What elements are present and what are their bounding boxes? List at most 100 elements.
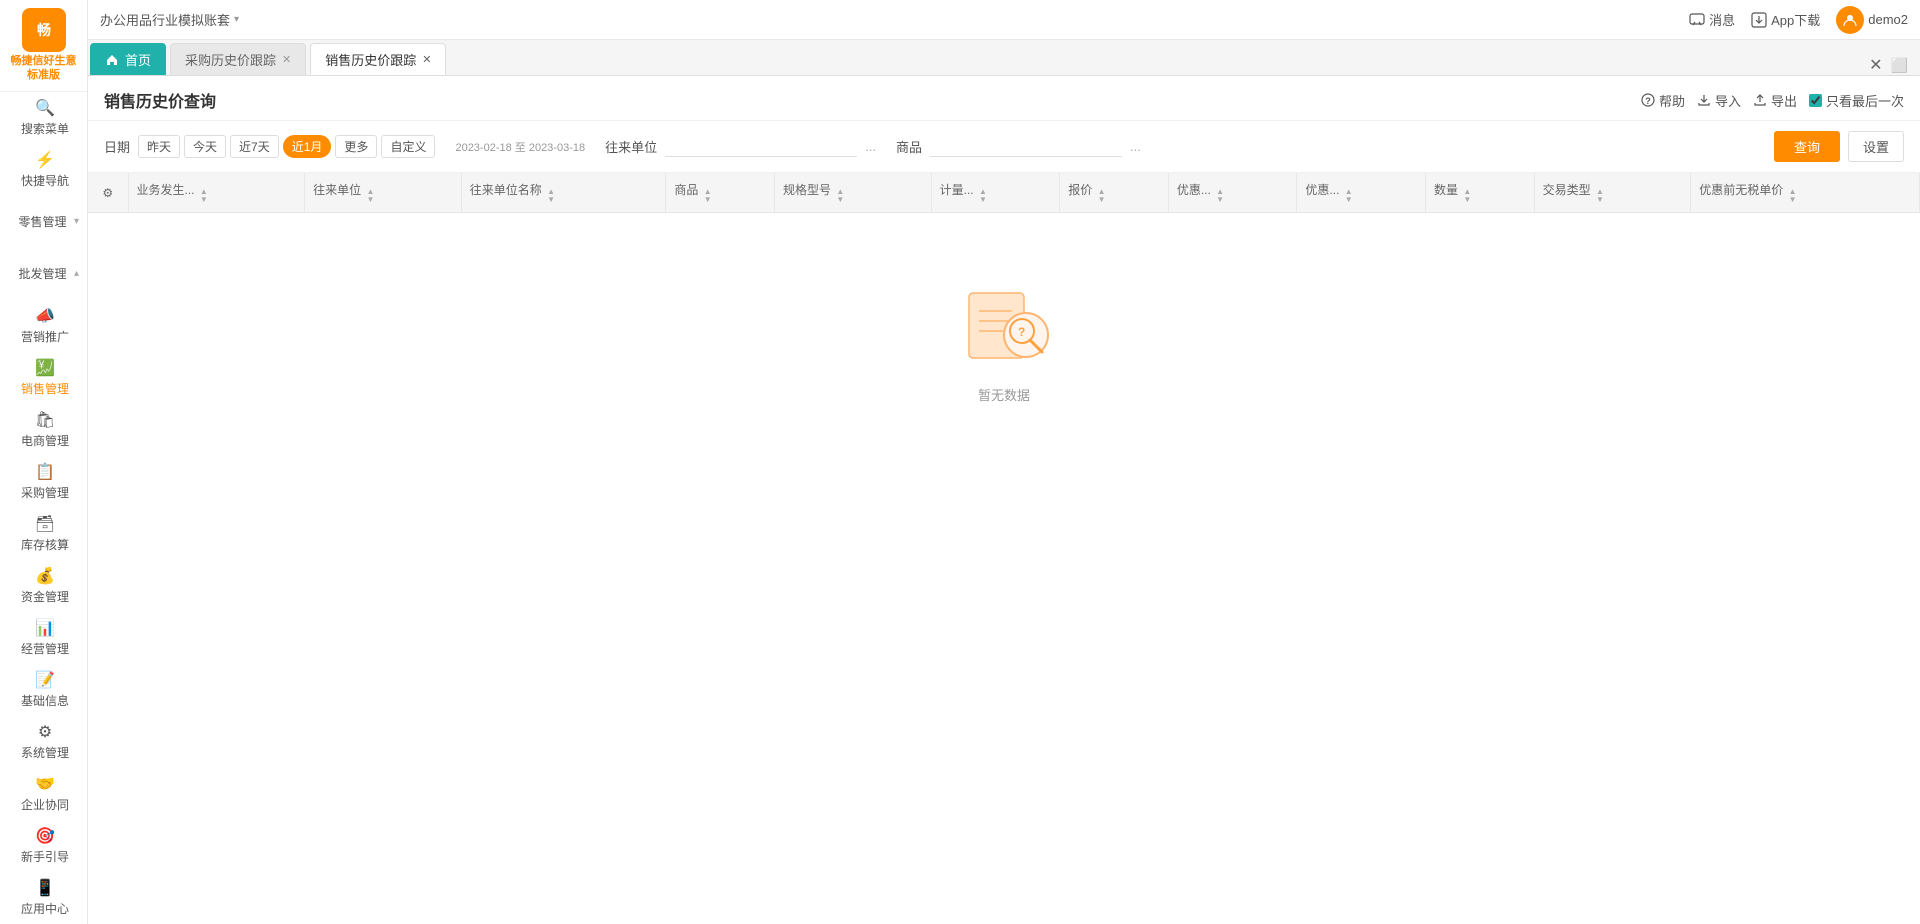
col-discount1[interactable]: 优惠... ▲▼ <box>1168 173 1297 213</box>
tab-purchase-label: 采购历史价跟踪 <box>185 50 276 69</box>
sidebar-item-retail[interactable]: 零售管理 ▾ <box>0 196 87 248</box>
partner-input[interactable] <box>665 137 857 157</box>
col-pretax-price[interactable]: 优惠前无税单价 ▲▼ <box>1691 173 1920 213</box>
settings-button[interactable]: 设置 <box>1848 131 1904 162</box>
sidebar-item-app-center[interactable]: 📱 应用中心 <box>0 872 87 924</box>
date-btn-1month[interactable]: 近1月 <box>283 135 332 158</box>
date-btn-custom[interactable]: 自定义 <box>381 135 435 158</box>
date-btn-more[interactable]: 更多 <box>335 135 377 158</box>
col-spec[interactable]: 规格型号 ▲▼ <box>774 173 931 213</box>
sidebar-item-label: 资金管理 <box>21 588 69 605</box>
sidebar-item-purchase[interactable]: 📋 采购管理 <box>0 456 87 508</box>
page-title: 销售历史价查询 <box>104 88 216 112</box>
col-business-date[interactable]: 业务发生... ▲▼ <box>128 173 305 213</box>
logo-icon: 畅 <box>22 8 66 52</box>
sidebar-item-system[interactable]: ⚙ 系统管理 <box>0 716 87 768</box>
sidebar-item-basic[interactable]: 📝 基础信息 <box>0 664 87 716</box>
import-button[interactable]: 导入 <box>1697 91 1741 110</box>
filter-area: 日期 昨天 今天 近7天 近1月 更多 自定义 2023-02-18 至 202… <box>88 121 1920 173</box>
marketing-icon: 📣 <box>35 306 55 326</box>
main-area: 办公用品行业模拟账套 ▾ 消息 App下载 <box>88 0 1920 924</box>
top-bar: 办公用品行业模拟账套 ▾ 消息 App下载 <box>88 0 1920 40</box>
close-purchase-tab-icon[interactable]: ✕ <box>282 53 291 66</box>
export-button[interactable]: 导出 <box>1753 91 1797 110</box>
sidebar-item-label: 快捷导航 <box>21 172 69 189</box>
col-quoted-price[interactable]: 报价 ▲▼ <box>1060 173 1169 213</box>
sidebar-item-ecommerce[interactable]: 🛍 电商管理 <box>0 404 87 456</box>
sort-arrows: ▲▼ <box>1596 188 1604 204</box>
sidebar-item-label: 采购管理 <box>21 484 69 501</box>
maximize-window-icon[interactable]: ⬜ <box>1891 57 1908 74</box>
sidebar-item-label: 应用中心 <box>21 900 69 917</box>
tab-sales-label: 销售历史价跟踪 <box>325 50 416 69</box>
sidebar: 畅 畅捷信好生意 标准版 🔍 搜索菜单 ⚡ 快捷导航 零售管理 ▾ 批发管理 ▴… <box>0 0 88 924</box>
import-label: 导入 <box>1715 91 1741 110</box>
date-btn-today[interactable]: 今天 <box>184 135 226 158</box>
goods-input[interactable] <box>930 137 1122 157</box>
sidebar-item-label: 库存核算 <box>21 536 69 553</box>
sort-arrows: ▲▼ <box>547 188 555 204</box>
help-label: 帮助 <box>1659 91 1685 110</box>
col-unit[interactable]: 计量... ▲▼ <box>931 173 1060 213</box>
close-sales-tab-icon[interactable]: ✕ <box>422 53 431 66</box>
date-btn-yesterday[interactable]: 昨天 <box>138 135 180 158</box>
header-actions: ? 帮助 导入 导出 只看最 <box>1641 91 1904 110</box>
page-header: 销售历史价查询 ? 帮助 导入 <box>88 76 1920 121</box>
basic-icon: 📝 <box>35 670 55 690</box>
logo-text: 畅捷信好生意 标准版 <box>11 54 77 83</box>
message-button[interactable]: 消息 <box>1689 10 1735 29</box>
tab-home-label: 首页 <box>125 50 151 69</box>
only-last-checkbox[interactable] <box>1809 94 1822 107</box>
sidebar-item-enterprise[interactable]: 🤝 企业协同 <box>0 768 87 820</box>
sidebar-item-sales[interactable]: 💹 销售管理 <box>0 352 87 404</box>
col-goods[interactable]: 商品 ▲▼ <box>666 173 775 213</box>
col-quantity[interactable]: 数量 ▲▼ <box>1426 173 1535 213</box>
only-last-group[interactable]: 只看最后一次 <box>1809 91 1904 110</box>
message-icon <box>1689 12 1705 28</box>
sidebar-item-shortcut[interactable]: ⚡ 快捷导航 <box>0 144 87 196</box>
col-partner-name[interactable]: 往来单位名称 ▲▼ <box>461 173 666 213</box>
empty-state: ? 暂无数据 <box>88 213 1920 464</box>
col-settings[interactable]: ⚙ <box>88 173 128 213</box>
sidebar-item-operations[interactable]: 📊 经营管理 <box>0 612 87 664</box>
sidebar-item-wholesale[interactable]: 批发管理 ▴ <box>0 248 87 300</box>
sidebar-item-inventory[interactable]: 🗃 库存核算 <box>0 508 87 560</box>
goods-dots[interactable]: ... <box>1130 139 1141 154</box>
chevron-up-icon: ▴ <box>74 268 79 279</box>
col-discount2[interactable]: 优惠... ▲▼ <box>1297 173 1426 213</box>
partner-dots[interactable]: ... <box>865 139 876 154</box>
goods-label: 商品 <box>896 137 922 156</box>
sidebar-item-finance[interactable]: 💰 资金管理 <box>0 560 87 612</box>
sidebar-item-label: 电商管理 <box>21 432 69 449</box>
app-name: 畅捷信好生意 <box>11 54 77 68</box>
sidebar-item-search[interactable]: 🔍 搜索菜单 <box>0 92 87 144</box>
col-partner-code[interactable]: 往来单位 ▲▼ <box>305 173 462 213</box>
date-btn-7days[interactable]: 近7天 <box>230 135 279 158</box>
content-area: 销售历史价查询 ? 帮助 导入 <box>88 76 1920 924</box>
tab-purchase[interactable]: 采购历史价跟踪 ✕ <box>170 43 306 75</box>
app-selector[interactable]: 办公用品行业模拟账套 ▾ <box>100 10 239 29</box>
sort-arrows: ▲▼ <box>1098 188 1106 204</box>
app-subtitle: 标准版 <box>11 68 77 82</box>
tab-home[interactable]: 首页 <box>90 43 166 75</box>
avatar <box>1836 6 1864 34</box>
app-download-button[interactable]: App下载 <box>1751 10 1820 29</box>
export-icon <box>1753 93 1767 107</box>
query-button[interactable]: 查询 <box>1774 131 1840 162</box>
chevron-down-icon: ▾ <box>74 216 79 227</box>
goods-filter-group: 商品 ... <box>896 137 1141 157</box>
sidebar-item-label: 营销推广 <box>21 328 69 345</box>
sort-arrows: ▲▼ <box>704 188 712 204</box>
sort-arrows: ▲▼ <box>366 188 374 204</box>
sort-arrows: ▲▼ <box>979 188 987 204</box>
sidebar-item-newbie[interactable]: 🎯 新手引导 <box>0 820 87 872</box>
col-trade-type[interactable]: 交易类型 ▲▼ <box>1534 173 1691 213</box>
help-button[interactable]: ? 帮助 <box>1641 91 1685 110</box>
user-menu[interactable]: demo2 <box>1836 6 1908 34</box>
svg-text:?: ? <box>1018 325 1025 339</box>
sidebar-item-label: 销售管理 <box>21 380 69 397</box>
close-window-icon[interactable]: ✕ <box>1869 55 1882 75</box>
sort-arrows: ▲▼ <box>1216 188 1224 204</box>
sidebar-item-marketing[interactable]: 📣 营销推广 <box>0 300 87 352</box>
tab-sales[interactable]: 销售历史价跟踪 ✕ <box>310 43 446 75</box>
